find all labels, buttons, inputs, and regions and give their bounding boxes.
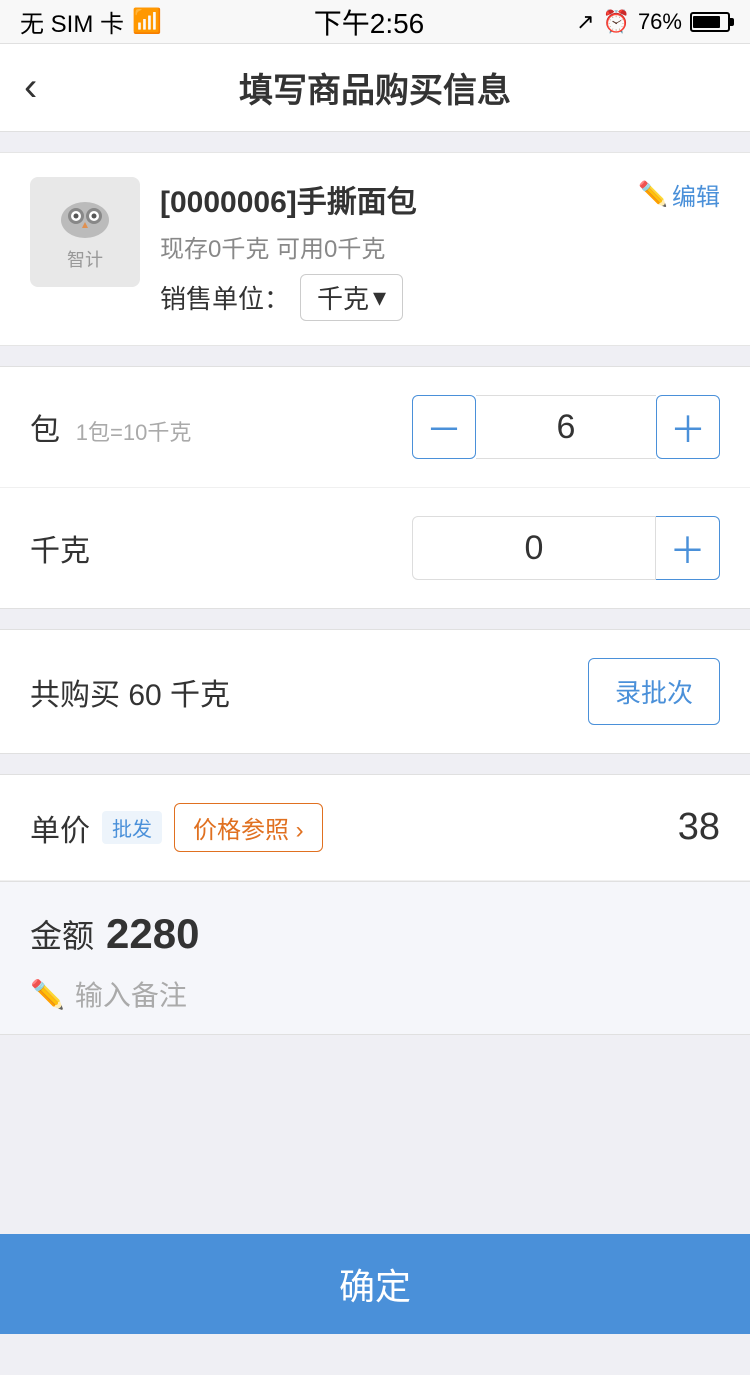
bao-plus-button[interactable]: ＋ bbox=[656, 395, 720, 459]
bao-quantity-input[interactable] bbox=[476, 395, 656, 459]
remark-placeholder: 输入备注 bbox=[75, 974, 187, 1014]
battery-icon bbox=[690, 12, 730, 32]
product-stock: 现存0千克 可用0千克 bbox=[160, 229, 720, 264]
location-icon: ↗ bbox=[576, 9, 594, 35]
bao-quantity-row: 包 1包=10千克 － ＋ bbox=[0, 367, 750, 488]
kg-qty-controls: ＋ bbox=[412, 516, 720, 580]
confirm-button[interactable]: 确定 bbox=[0, 1234, 750, 1334]
product-card: 智计 [0000006]手撕面包 现存0千克 可用0千克 销售单位： 千克 ▾ … bbox=[0, 152, 750, 346]
kg-label: 千克 bbox=[30, 526, 90, 570]
unit-label: 销售单位： bbox=[160, 279, 290, 316]
price-label: 单价 bbox=[30, 806, 90, 850]
logo-text: 智计 bbox=[67, 246, 103, 272]
bao-qty-controls: － ＋ bbox=[412, 395, 720, 459]
kg-quantity-input[interactable] bbox=[412, 516, 656, 580]
page-title: 填写商品购买信息 bbox=[239, 63, 511, 112]
edit-button[interactable]: ✏️ 编辑 bbox=[638, 177, 720, 212]
bao-minus-button[interactable]: － bbox=[412, 395, 476, 459]
back-button[interactable]: ‹ bbox=[24, 65, 37, 110]
carrier-text: 无 SIM 卡 bbox=[20, 4, 124, 39]
record-batch-button[interactable]: 录批次 bbox=[588, 658, 720, 725]
product-thumb-inner: 智计 bbox=[55, 192, 115, 272]
remark-icon: ✏️ bbox=[30, 978, 65, 1011]
alarm-icon: ⏰ bbox=[603, 9, 630, 35]
amount-section: 金额 2280 ✏️ 输入备注 bbox=[0, 882, 750, 1035]
price-section: 单价 批发 价格参照 › 38 bbox=[0, 774, 750, 882]
bao-label: 包 1包=10千克 bbox=[30, 405, 191, 449]
time-display: 下午2:56 bbox=[314, 2, 425, 42]
price-label-group: 单价 批发 价格参照 › bbox=[30, 803, 323, 852]
status-left: 无 SIM 卡 📶 bbox=[20, 4, 162, 39]
edit-label: 编辑 bbox=[672, 177, 720, 212]
product-thumbnail: 智计 bbox=[30, 177, 140, 287]
price-value: 38 bbox=[678, 806, 720, 849]
summary-row: 共购买 60 千克 录批次 bbox=[0, 629, 750, 754]
price-reference-button[interactable]: 价格参照 › bbox=[174, 803, 323, 852]
amount-row: 金额 2280 bbox=[30, 910, 720, 958]
quantity-section: 包 1包=10千克 － ＋ 千克 ＋ bbox=[0, 366, 750, 609]
product-unit: 销售单位： 千克 ▾ bbox=[160, 274, 720, 321]
price-tag: 批发 bbox=[102, 811, 162, 844]
unit-value: 千克 bbox=[317, 279, 369, 316]
amount-value: 2280 bbox=[106, 910, 199, 958]
kg-plus-button[interactable]: ＋ bbox=[656, 516, 720, 580]
owl-logo-icon bbox=[55, 192, 115, 242]
status-bar: 无 SIM 卡 📶 下午2:56 ↗ ⏰ 76% bbox=[0, 0, 750, 44]
edit-icon: ✏️ bbox=[638, 180, 668, 209]
battery-text: 76% bbox=[638, 9, 682, 35]
price-row: 单价 批发 价格参照 › 38 bbox=[0, 775, 750, 881]
amount-label: 金额 bbox=[30, 911, 94, 957]
wifi-icon: 📶 bbox=[132, 7, 162, 36]
bao-sub-label: 1包=10千克 bbox=[76, 420, 192, 445]
summary-text: 共购买 60 千克 bbox=[30, 670, 230, 714]
unit-select[interactable]: 千克 ▾ bbox=[300, 274, 403, 321]
product-name: [0000006]手撕面包 bbox=[160, 177, 720, 221]
product-info: [0000006]手撕面包 现存0千克 可用0千克 销售单位： 千克 ▾ bbox=[160, 177, 720, 321]
nav-bar: ‹ 填写商品购买信息 bbox=[0, 44, 750, 132]
remark-row[interactable]: ✏️ 输入备注 bbox=[30, 974, 720, 1014]
dropdown-icon: ▾ bbox=[373, 282, 386, 313]
status-right: ↗ ⏰ 76% bbox=[576, 9, 730, 35]
kg-quantity-row: 千克 ＋ bbox=[0, 488, 750, 608]
